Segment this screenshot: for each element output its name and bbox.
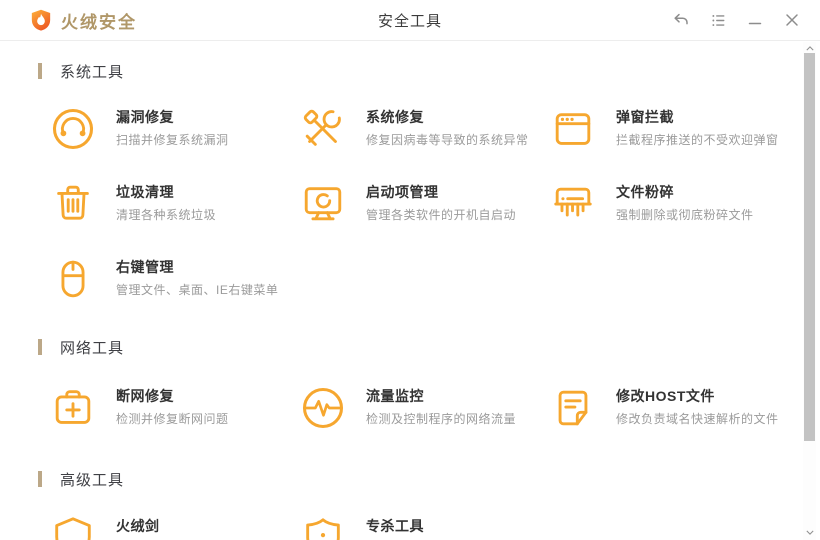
tool-startup-manager[interactable]: 启动项管理 管理各类软件的开机自启动 (300, 181, 550, 229)
popup-block-icon (550, 106, 596, 152)
back-icon[interactable] (669, 8, 693, 32)
section-accent-bar (38, 471, 42, 487)
menu-icon[interactable] (706, 8, 730, 32)
tool-system-repair[interactable]: 系统修复 修复因病毒等导致的系统异常 (300, 106, 550, 154)
tool-text: 系统修复 修复因病毒等导致的系统异常 (366, 106, 529, 148)
tool-name: 火绒剑 (116, 518, 160, 534)
tool-killer-shield[interactable]: 专杀工具 (300, 515, 550, 540)
tool-desc: 拦截程序推送的不受欢迎弹窗 (616, 133, 779, 147)
tool-text: 垃圾清理 清理各种系统垃圾 (116, 181, 216, 223)
tool-text: 火绒剑 (116, 515, 160, 535)
tool-grid: 断网修复 检测并修复断网问题 流量监控 检测及控制程序的网络流量 修改HOST文… (50, 385, 820, 433)
tool-name: 漏洞修复 (116, 109, 174, 125)
vulnerability-fix-icon (50, 106, 96, 152)
tool-file-shredder[interactable]: 文件粉碎 强制删除或彻底粉碎文件 (550, 181, 800, 229)
section-header: 系统工具 (38, 62, 820, 81)
scrollbar[interactable] (803, 42, 816, 540)
tool-text: 弹窗拦截 拦截程序推送的不受欢迎弹窗 (616, 106, 779, 148)
tool-text: 断网修复 检测并修复断网问题 (116, 385, 229, 427)
section-title: 网络工具 (60, 339, 125, 357)
tool-text: 修改HOST文件 修改负责域名快速解析的文件 (616, 385, 779, 427)
tool-network-repair[interactable]: 断网修复 检测并修复断网问题 (50, 385, 300, 433)
tool-name: 修改HOST文件 (616, 388, 715, 404)
tool-name: 弹窗拦截 (616, 109, 674, 125)
startup-manager-icon (300, 181, 346, 227)
section-accent-bar (38, 63, 42, 79)
tool-text: 专杀工具 (366, 515, 424, 535)
tool-sections: 系统工具 漏洞修复 扫描并修复系统漏洞 系统修复 修复因病毒等导致的系统异常 弹… (0, 62, 820, 540)
network-repair-icon (50, 385, 96, 431)
tool-desc: 清理各种系统垃圾 (116, 208, 217, 222)
host-file-icon (550, 385, 596, 431)
scroll-down-icon[interactable] (803, 526, 816, 538)
scrollbar-thumb[interactable] (804, 53, 815, 441)
system-repair-icon (300, 106, 346, 152)
close-icon[interactable] (780, 8, 804, 32)
tool-text: 文件粉碎 强制删除或彻底粉碎文件 (616, 181, 754, 223)
section: 高级工具 火绒剑 专杀工具 (38, 470, 820, 540)
tool-text: 漏洞修复 扫描并修复系统漏洞 (116, 106, 229, 148)
tool-host-file[interactable]: 修改HOST文件 修改负责域名快速解析的文件 (550, 385, 800, 433)
tool-name: 垃圾清理 (116, 184, 174, 200)
tool-name: 断网修复 (116, 388, 174, 404)
page-title: 安全工具 (377, 12, 443, 30)
section-accent-bar (38, 339, 42, 355)
sword-shield-icon (50, 515, 96, 540)
tool-traffic-monitor[interactable]: 流量监控 检测及控制程序的网络流量 (300, 385, 550, 433)
tool-desc: 强制删除或彻底粉碎文件 (616, 208, 754, 222)
section: 网络工具 断网修复 检测并修复断网问题 流量监控 检测及控制程序的网络流量 修改… (38, 338, 820, 433)
tool-name: 流量监控 (366, 388, 424, 404)
context-menu-icon (50, 256, 96, 302)
tool-name: 系统修复 (366, 109, 424, 125)
section-title: 高级工具 (60, 471, 125, 489)
huorong-logo-icon (30, 8, 52, 32)
tool-grid: 火绒剑 专杀工具 (50, 515, 820, 540)
tool-desc: 检测并修复断网问题 (116, 412, 229, 426)
tool-vulnerability-fix[interactable]: 漏洞修复 扫描并修复系统漏洞 (50, 106, 300, 154)
brand: 火绒安全 (30, 8, 137, 33)
minimize-icon[interactable] (743, 8, 767, 32)
junk-clean-icon (50, 181, 96, 227)
tool-popup-block[interactable]: 弹窗拦截 拦截程序推送的不受欢迎弹窗 (550, 106, 800, 154)
file-shredder-icon (550, 181, 596, 227)
tool-grid: 漏洞修复 扫描并修复系统漏洞 系统修复 修复因病毒等导致的系统异常 弹窗拦截 拦… (50, 106, 820, 304)
section-header: 高级工具 (38, 470, 820, 489)
tool-sword-shield[interactable]: 火绒剑 (50, 515, 300, 540)
tool-junk-clean[interactable]: 垃圾清理 清理各种系统垃圾 (50, 181, 300, 229)
window-controls (669, 8, 804, 32)
tool-text: 启动项管理 管理各类软件的开机自启动 (366, 181, 516, 223)
section-header: 网络工具 (38, 338, 820, 357)
killer-shield-icon (300, 515, 346, 540)
tool-desc: 管理各类软件的开机自启动 (366, 208, 517, 222)
tool-desc: 修复因病毒等导致的系统异常 (366, 133, 529, 147)
tool-desc: 扫描并修复系统漏洞 (116, 133, 229, 147)
traffic-monitor-icon (300, 385, 346, 431)
section: 系统工具 漏洞修复 扫描并修复系统漏洞 系统修复 修复因病毒等导致的系统异常 弹… (38, 62, 820, 304)
tool-desc: 管理文件、桌面、IE右键菜单 (116, 283, 279, 297)
tool-name: 启动项管理 (366, 184, 439, 200)
tool-name: 文件粉碎 (616, 184, 674, 200)
tool-context-menu[interactable]: 右键管理 管理文件、桌面、IE右键菜单 (50, 256, 300, 304)
tool-desc: 检测及控制程序的网络流量 (366, 412, 517, 426)
tool-text: 流量监控 检测及控制程序的网络流量 (366, 385, 516, 427)
section-title: 系统工具 (60, 63, 125, 81)
app-name: 火绒安全 (61, 12, 137, 32)
titlebar: 火绒安全 安全工具 (0, 0, 820, 41)
tool-text: 右键管理 管理文件、桌面、IE右键菜单 (116, 256, 278, 298)
tool-name: 右键管理 (116, 259, 174, 275)
tool-name: 专杀工具 (366, 518, 424, 534)
tool-desc: 修改负责域名快速解析的文件 (616, 412, 779, 426)
